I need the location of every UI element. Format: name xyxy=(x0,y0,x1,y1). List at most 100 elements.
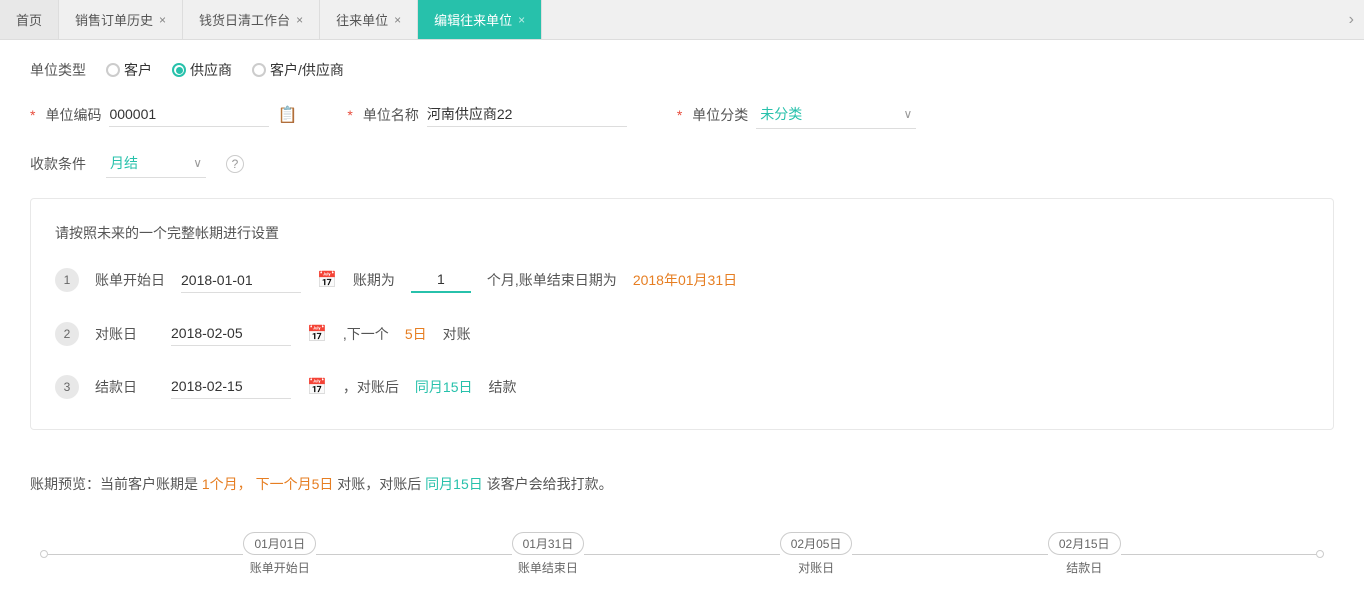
row-num-1: 1 xyxy=(55,268,79,292)
row1-period-end-date: 2018年01月31日 xyxy=(633,270,737,290)
tab-sales-history-label: 销售订单历史 xyxy=(75,10,153,29)
setting-row-3: 3 结款日 📅 ，对账后 同月15日 结款 xyxy=(55,374,1309,399)
radio-group: 客户 供应商 客户/供应商 xyxy=(106,60,344,80)
preview-end: 同月15日 xyxy=(425,476,483,492)
timeline-badge-2: 01月31日 xyxy=(512,532,585,555)
unit-category-group: * 单位分类 未分类 ∨ xyxy=(677,100,916,129)
tab-partners[interactable]: 往来单位 × xyxy=(320,0,418,39)
timeline-point-3: 02月05日 对账日 xyxy=(780,532,853,576)
radio-both-label: 客户/供应商 xyxy=(270,60,344,80)
row2-suffix-post: 对账 xyxy=(443,324,471,344)
timeline-badge-1: 01月01日 xyxy=(243,532,316,555)
row1-period-input[interactable] xyxy=(411,267,471,293)
radio-customer-circle xyxy=(106,63,120,77)
timeline-dot-left xyxy=(40,550,48,558)
timeline-line-4 xyxy=(852,554,1047,555)
preview-mid: 下一个月5日 xyxy=(256,476,334,492)
main-content: 单位类型 客户 供应商 客户/供应商 * 单位编码 📋 * 单位名称 xyxy=(0,40,1364,608)
row1-date-input[interactable] xyxy=(181,268,301,293)
unit-name-required: * xyxy=(347,107,352,123)
preview-mid2: 对账，对账后 xyxy=(337,476,421,492)
section-tip: 请按照未来的一个完整帐期进行设置 xyxy=(55,223,1309,243)
row1-label: 账单开始日 xyxy=(95,270,165,290)
timeline-point-4: 02月15日 结款日 xyxy=(1048,532,1121,576)
row-num-2: 2 xyxy=(55,322,79,346)
payment-terms-value: 月结 xyxy=(110,153,138,173)
setting-row-1: 1 账单开始日 📅 账期为 个月,账单结束日期为 2018年01月31日 xyxy=(55,267,1309,293)
row2-label: 对账日 xyxy=(95,324,155,344)
timeline-point-1: 01月01日 账单开始日 xyxy=(243,532,316,576)
tab-bar: 首页 销售订单历史 × 钱货日清工作台 × 往来单位 × 编辑往来单位 × › xyxy=(0,0,1364,40)
unit-type-row: 单位类型 客户 供应商 客户/供应商 xyxy=(30,60,1334,80)
row1-suffix-pre: 账期为 xyxy=(353,270,395,290)
tab-cash-workbench[interactable]: 钱货日清工作台 × xyxy=(183,0,320,39)
unit-category-value: 未分类 xyxy=(760,104,802,124)
timeline-label-2: 账单结束日 xyxy=(518,559,578,576)
unit-code-group: * 单位编码 📋 xyxy=(30,102,297,127)
unit-type-label: 单位类型 xyxy=(30,60,86,80)
row2-highlight: 5日 xyxy=(405,324,427,344)
timeline-section: 01月01日 账单开始日 01月31日 账单结束日 02月05日 对账日 xyxy=(30,522,1334,576)
tab-home-label: 首页 xyxy=(16,10,42,29)
timeline-badge-4: 02月15日 xyxy=(1048,532,1121,555)
row3-suffix-pre: ，对账后 xyxy=(343,377,399,397)
unit-category-dropdown[interactable]: 未分类 ∨ xyxy=(756,100,916,129)
tab-home[interactable]: 首页 xyxy=(0,0,59,39)
row3-label: 结款日 xyxy=(95,377,155,397)
timeline-line-5 xyxy=(1121,554,1316,555)
payment-terms-arrow: ∨ xyxy=(193,156,202,170)
timeline-line-2 xyxy=(316,554,511,555)
payment-terms-label: 收款条件 xyxy=(30,154,86,174)
setting-row-2: 2 对账日 📅 ,下一个 5日 对账 xyxy=(55,321,1309,346)
unit-code-input[interactable] xyxy=(109,102,269,127)
timeline-label-4: 结款日 xyxy=(1066,559,1102,576)
unit-info-row: * 单位编码 📋 * 单位名称 * 单位分类 未分类 ∨ xyxy=(30,100,1334,129)
unit-category-arrow: ∨ xyxy=(903,107,912,121)
tab-sales-history[interactable]: 销售订单历史 × xyxy=(59,0,183,39)
radio-both[interactable]: 客户/供应商 xyxy=(252,60,344,80)
tab-cash-workbench-label: 钱货日清工作台 xyxy=(199,10,290,29)
tab-partners-close[interactable]: × xyxy=(394,13,401,27)
help-icon[interactable]: ? xyxy=(226,155,244,173)
radio-supplier[interactable]: 供应商 xyxy=(172,60,232,80)
row1-calendar-icon[interactable]: 📅 xyxy=(317,270,337,290)
radio-supplier-circle xyxy=(172,63,186,77)
radio-customer[interactable]: 客户 xyxy=(106,60,152,80)
preview-label: 账期预览：当前客户账期是 xyxy=(30,476,198,492)
row3-calendar-icon[interactable]: 📅 xyxy=(307,377,327,397)
tab-cash-workbench-close[interactable]: × xyxy=(296,13,303,27)
timeline-dot-right xyxy=(1316,550,1324,558)
settings-box: 请按照未来的一个完整帐期进行设置 1 账单开始日 📅 账期为 个月,账单结束日期… xyxy=(30,198,1334,430)
radio-supplier-label: 供应商 xyxy=(190,60,232,80)
row2-suffix-pre: ,下一个 xyxy=(343,324,389,344)
payment-terms-row: 收款条件 月结 ∨ ? xyxy=(30,149,1334,178)
row2-date-input[interactable] xyxy=(171,321,291,346)
timeline-point-2: 01月31日 账单结束日 xyxy=(512,532,585,576)
timeline-label-1: 账单开始日 xyxy=(250,559,310,576)
timeline-line-1 xyxy=(48,554,243,555)
preview-section: 账期预览：当前客户账期是 1个月， 下一个月5日 对账，对账后 同月15日 该客… xyxy=(30,450,1334,498)
timeline-badge-3: 02月05日 xyxy=(780,532,853,555)
tab-edit-partner-close[interactable]: × xyxy=(518,13,525,27)
unit-code-label: 单位编码 xyxy=(45,105,101,125)
preview-period: 1个月， xyxy=(202,476,252,492)
tab-arrow[interactable]: › xyxy=(1339,0,1364,39)
tab-sales-history-close[interactable]: × xyxy=(159,13,166,27)
payment-terms-dropdown[interactable]: 月结 ∨ xyxy=(106,149,206,178)
row1-suffix-mid: 个月,账单结束日期为 xyxy=(487,270,617,290)
tab-edit-partner-label: 编辑往来单位 xyxy=(434,10,512,29)
unit-code-icon[interactable]: 📋 xyxy=(277,105,297,125)
radio-customer-label: 客户 xyxy=(124,60,152,80)
unit-name-input[interactable] xyxy=(427,102,627,127)
unit-name-group: * 单位名称 xyxy=(347,102,626,127)
row3-date-input[interactable] xyxy=(171,374,291,399)
timeline-label-3: 对账日 xyxy=(798,559,834,576)
tab-edit-partner[interactable]: 编辑往来单位 × xyxy=(418,0,542,39)
row3-suffix-post: 结款 xyxy=(489,377,517,397)
unit-code-required: * xyxy=(30,107,35,123)
row-num-3: 3 xyxy=(55,375,79,399)
unit-category-required: * xyxy=(677,107,682,123)
row2-calendar-icon[interactable]: 📅 xyxy=(307,324,327,344)
unit-name-label: 单位名称 xyxy=(363,105,419,125)
timeline-line-3 xyxy=(584,554,779,555)
